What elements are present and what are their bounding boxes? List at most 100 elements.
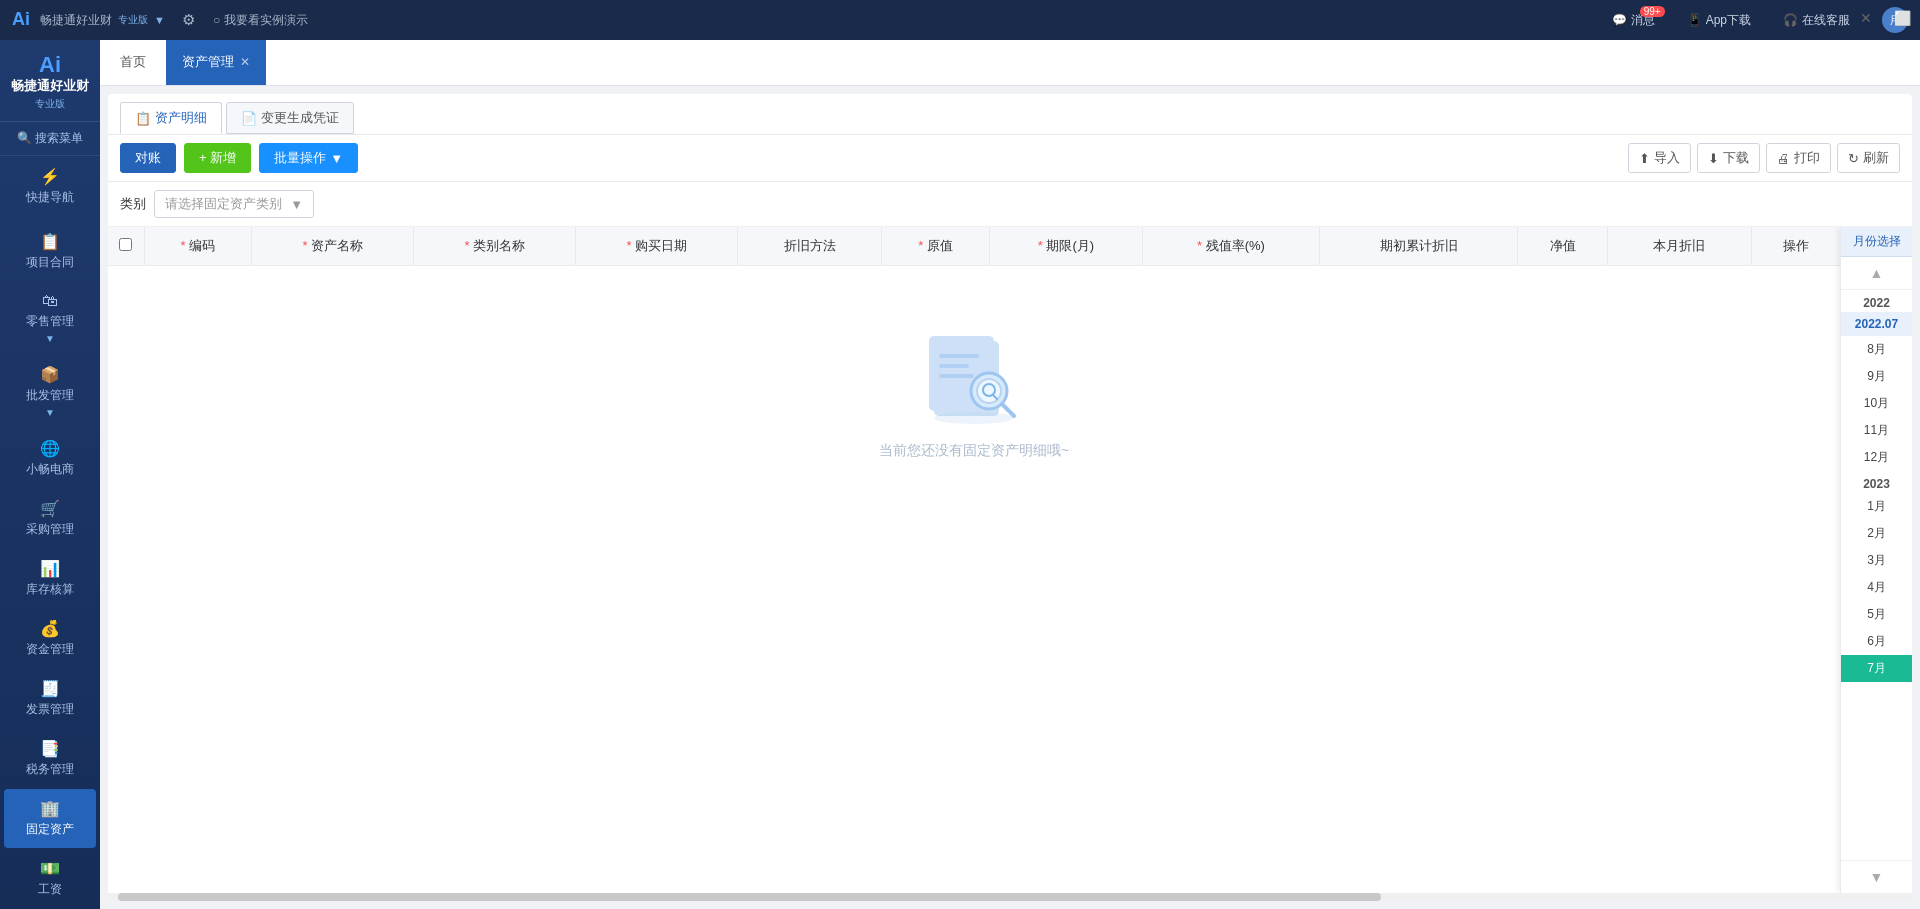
filter-category-select[interactable]: 请选择固定资产类别 ▼	[154, 190, 314, 218]
ecommerce-icon: 🌐	[40, 439, 60, 458]
tab-asset-management[interactable]: 资产管理 ✕	[166, 40, 266, 85]
tab-close-icon[interactable]: ✕	[240, 55, 250, 69]
fixed-assets-icon: 🏢	[40, 799, 60, 818]
top-bar: Ai 畅捷通好业财 专业版 ▼ ⚙ ○ 我要看实例演示 💬 消息 99+ 📱 A…	[0, 0, 1920, 40]
company-name[interactable]: 畅捷通好业财 专业版 ▼	[40, 12, 165, 29]
tab-home[interactable]: 首页	[100, 40, 166, 85]
add-button[interactable]: + 新增	[184, 143, 251, 173]
message-icon: 💬	[1612, 13, 1627, 27]
app-download-icon: 📱	[1687, 13, 1702, 27]
month-panel-down[interactable]: ▼	[1841, 860, 1912, 893]
sidebar-item-tax[interactable]: 📑 税务管理	[4, 729, 96, 788]
refresh-button[interactable]: ↻ 刷新	[1837, 143, 1900, 173]
month-nav-up-icon[interactable]: ▲	[1865, 261, 1889, 285]
month-item-2022-08[interactable]: 8月	[1841, 336, 1912, 363]
reconcile-button[interactable]: 对账	[120, 143, 176, 173]
retail-icon: 🛍	[42, 292, 58, 310]
month-panel-up[interactable]: ▲	[1841, 257, 1912, 290]
sidebar-item-project[interactable]: 📋 项目合同	[4, 222, 96, 281]
empty-state-text: 当前您还没有固定资产明细哦~	[879, 442, 1069, 460]
retail-arrow: ▼	[45, 333, 55, 344]
month-item-2022-09[interactable]: 9月	[1841, 363, 1912, 390]
download-button[interactable]: ⬇ 下载	[1697, 143, 1760, 173]
scroll-thumb[interactable]	[118, 893, 1381, 901]
th-period: 期限(月)	[989, 227, 1142, 266]
month-item-2022-11[interactable]: 11月	[1841, 417, 1912, 444]
import-icon: ⬆	[1639, 151, 1650, 166]
filter-bar: 类别 请选择固定资产类别 ▼	[108, 182, 1912, 227]
sidebar-search[interactable]: 🔍 搜索菜单	[0, 122, 100, 156]
sidebar-nav: 📋 项目合同 🛍 零售管理 ▼ 📦 批发管理 ▼ 🌐 小畅电商 🛒 采购管理	[0, 217, 100, 909]
table-body: 当前您还没有固定资产明细哦~	[108, 266, 1840, 521]
content-area: 首页 资产管理 ✕ ✕ ⬜ 📋 资产明细 📄 变更生	[100, 40, 1920, 909]
sidebar-app-edition: 专业版	[35, 97, 65, 111]
month-panel: 月份选择 ▲ 2022 2022.07 8月 9月 10月 11月 12月 20…	[1840, 227, 1912, 893]
table-container[interactable]: 编码 资产名称 类别名称 购买日期 折旧方法 原值 期限(月) 残值率(%) 期…	[108, 227, 1840, 893]
print-icon: 🖨	[1777, 151, 1790, 166]
sidebar-logo-icon: Ai	[39, 52, 61, 78]
app-logo-initials: Ai	[12, 9, 30, 29]
bottom-scrollbar[interactable]	[108, 893, 1912, 901]
month-item-2023-04[interactable]: 4月	[1841, 574, 1912, 601]
sidebar-item-retail[interactable]: 🛍 零售管理 ▼	[4, 282, 96, 354]
message-badge: 99+	[1640, 6, 1665, 17]
th-checkbox	[108, 227, 144, 266]
refresh-icon: ↻	[1848, 151, 1859, 166]
svg-rect-4	[939, 364, 969, 368]
sidebar-item-purchase[interactable]: 🛒 采购管理	[4, 489, 96, 548]
svg-rect-3	[939, 354, 979, 358]
online-service-button[interactable]: 🎧 在线客服	[1783, 12, 1850, 29]
sub-tab-asset-detail[interactable]: 📋 资产明细	[120, 102, 222, 134]
month-item-2023-06[interactable]: 6月	[1841, 628, 1912, 655]
month-nav-down-icon[interactable]: ▼	[1865, 865, 1889, 889]
tax-icon: 📑	[40, 739, 60, 758]
sidebar-item-wholesale[interactable]: 📦 批发管理 ▼	[4, 355, 96, 428]
company-dropdown-icon[interactable]: ▼	[154, 14, 165, 26]
sidebar-item-finance[interactable]: 💰 资金管理	[4, 609, 96, 668]
toolbar: 对账 + 新增 批量操作 ▼ ⬆ 导入 ⬇ 下载	[108, 135, 1912, 182]
app-download-button[interactable]: 📱 App下载	[1687, 12, 1751, 29]
sidebar: Ai 畅捷通好业财 专业版 🔍 搜索菜单 ⚡ 快捷导航 📋 项目合同 🛍 零售管…	[0, 40, 100, 909]
sidebar-item-fixed-assets[interactable]: 🏢 固定资产	[4, 789, 96, 848]
app-logo: Ai	[12, 8, 30, 31]
sidebar-item-ecommerce[interactable]: 🌐 小畅电商	[4, 429, 96, 488]
filter-category-label: 类别	[120, 195, 146, 213]
message-button[interactable]: 💬 消息 99+	[1612, 12, 1655, 29]
th-current-depreciation: 本月折旧	[1607, 227, 1751, 266]
import-button[interactable]: ⬆ 导入	[1628, 143, 1691, 173]
select-all-checkbox[interactable]	[119, 238, 132, 251]
svg-rect-5	[939, 374, 974, 378]
empty-state-cell: 当前您还没有固定资产明细哦~	[108, 266, 1840, 521]
month-item-2023-02[interactable]: 2月	[1841, 520, 1912, 547]
demo-icon: ○	[213, 13, 220, 27]
month-item-2023-05[interactable]: 5月	[1841, 601, 1912, 628]
month-item-2023-03[interactable]: 3月	[1841, 547, 1912, 574]
month-item-2023-07[interactable]: 7月	[1841, 655, 1912, 682]
th-category: 类别名称	[414, 227, 576, 266]
th-original-value: 原值	[882, 227, 990, 266]
sub-tab-change-voucher[interactable]: 📄 变更生成凭证	[226, 102, 354, 134]
month-item-2023-01[interactable]: 1月	[1841, 493, 1912, 520]
sidebar-app-name: 畅捷通好业财	[11, 78, 89, 95]
sidebar-item-quick-nav[interactable]: ⚡ 快捷导航	[4, 157, 96, 216]
month-selected-2022-07[interactable]: 2022.07	[1841, 312, 1912, 336]
salary-icon: 💵	[40, 859, 60, 878]
batch-button[interactable]: 批量操作 ▼	[259, 143, 358, 173]
search-icon: 🔍	[17, 131, 32, 145]
change-voucher-icon: 📄	[241, 111, 257, 126]
print-button[interactable]: 🖨 打印	[1766, 143, 1831, 173]
tab-bar: 首页 资产管理 ✕ ✕ ⬜	[100, 40, 1920, 86]
sidebar-item-inventory[interactable]: 📊 库存核算	[4, 549, 96, 608]
asset-detail-icon: 📋	[135, 111, 151, 126]
demo-link[interactable]: ○ 我要看实例演示	[213, 12, 308, 29]
settings-icon[interactable]: ⚙	[175, 6, 203, 34]
sidebar-item-salary[interactable]: 💵 工资	[4, 849, 96, 908]
page-content: 📋 资产明细 📄 变更生成凭证 对账 + 新增 批量操作 ▼	[108, 94, 1912, 901]
quick-nav-icon: ⚡	[40, 167, 60, 186]
month-item-2022-12[interactable]: 12月	[1841, 444, 1912, 471]
purchase-icon: 🛒	[40, 499, 60, 518]
sidebar-logo: Ai 畅捷通好业财 专业版	[0, 40, 100, 122]
th-operation: 操作	[1751, 227, 1840, 266]
sidebar-item-invoice[interactable]: 🧾 发票管理	[4, 669, 96, 728]
month-item-2022-10[interactable]: 10月	[1841, 390, 1912, 417]
